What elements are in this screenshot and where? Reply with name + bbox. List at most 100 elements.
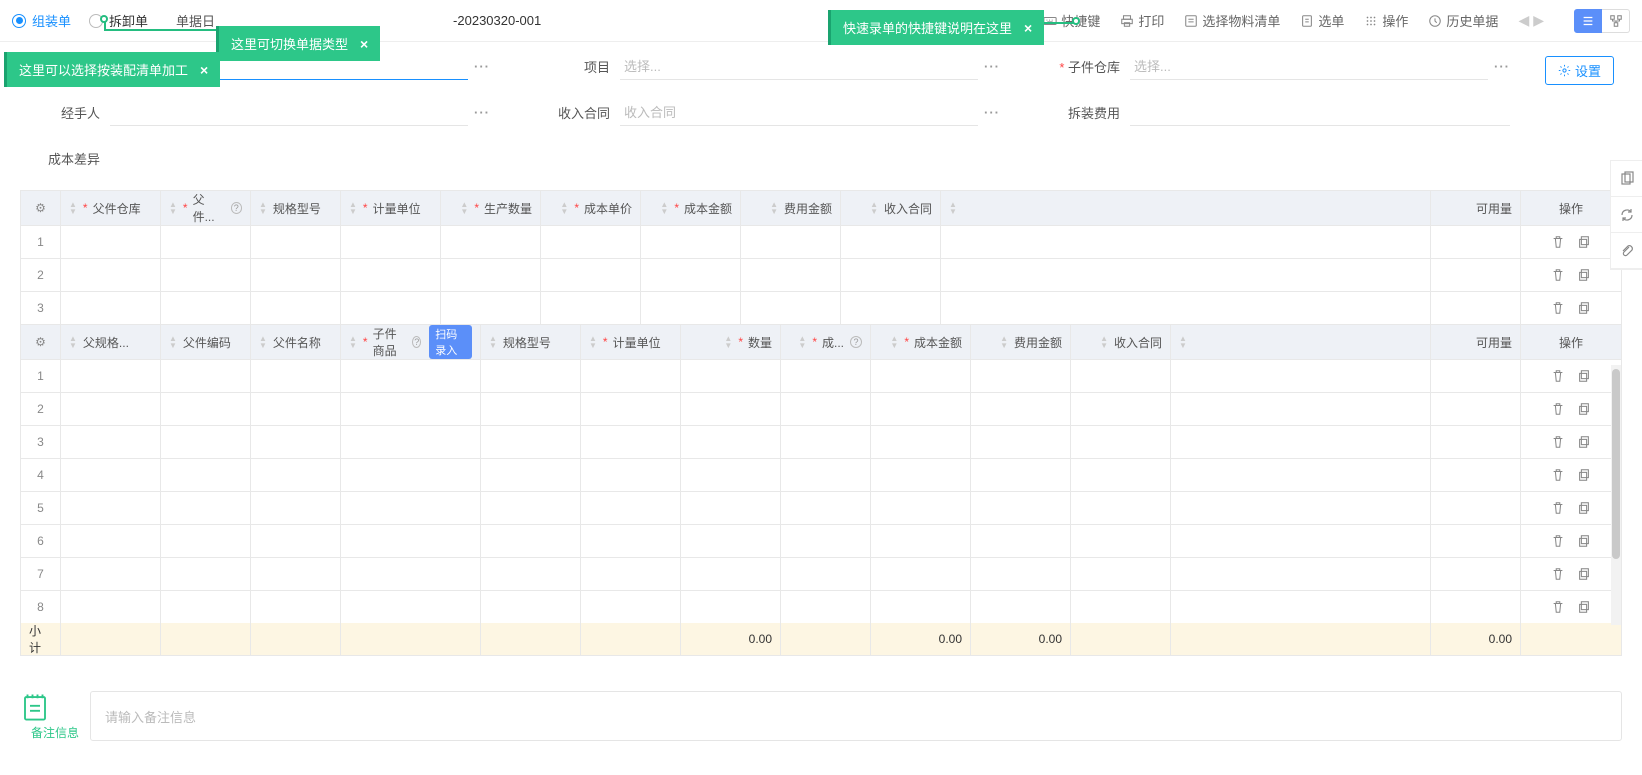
copy-row-icon[interactable] — [1577, 268, 1591, 282]
more-icon[interactable]: ··· — [474, 105, 490, 120]
delete-icon[interactable] — [1551, 435, 1565, 449]
more-icon[interactable]: ··· — [474, 59, 490, 74]
cost-input[interactable] — [1130, 98, 1510, 126]
gear-header[interactable]: ⚙ — [21, 325, 61, 359]
radio-disassemble[interactable]: 拆卸单 — [89, 11, 148, 30]
table-row[interactable]: 6 — [21, 525, 1621, 558]
col-uom2[interactable]: ▲▼*计量单位 — [581, 325, 681, 359]
vertical-scrollbar[interactable] — [1611, 365, 1621, 625]
more-icon[interactable]: ··· — [984, 59, 1000, 74]
col-cost-amt2[interactable]: ▲▼*成本金额 — [871, 325, 971, 359]
col-prod-qty[interactable]: ▲▼*生产数量 — [441, 191, 541, 225]
table-row[interactable]: 2 — [21, 259, 1621, 292]
col-parent-name[interactable]: ▲▼父件名称 — [251, 325, 341, 359]
view-tree-button[interactable] — [1602, 9, 1630, 33]
table-row[interactable]: 1 — [21, 360, 1621, 393]
keyboard-icon — [1043, 14, 1057, 28]
copy-row-icon[interactable] — [1577, 369, 1591, 383]
delete-icon[interactable] — [1551, 468, 1565, 482]
col-qty2[interactable]: ▲▼*数量 — [681, 325, 781, 359]
table-row[interactable]: 7 — [21, 558, 1621, 591]
delete-icon[interactable] — [1551, 600, 1565, 614]
delete-icon[interactable] — [1551, 369, 1565, 383]
close-icon[interactable]: × — [360, 36, 368, 52]
col-parent-code[interactable]: ▲▼父件编码 — [161, 325, 251, 359]
history-button[interactable]: 历史单据 — [1428, 11, 1498, 30]
delete-icon[interactable] — [1551, 501, 1565, 515]
handler-label: 经手人 — [30, 103, 110, 122]
col-income2[interactable]: ▲▼收入合同 — [1071, 325, 1171, 359]
help-icon[interactable]: ? — [412, 336, 421, 348]
prev-arrow-icon[interactable]: ◀ — [1518, 12, 1529, 29]
table-row[interactable]: 8 — [21, 591, 1621, 623]
col-income[interactable]: ▲▼收入合同 — [841, 191, 941, 225]
operate-button[interactable]: 操作 — [1364, 11, 1408, 30]
dock-refresh-button[interactable] — [1611, 197, 1642, 233]
table-row[interactable]: 5 — [21, 492, 1621, 525]
col-unit-cost2[interactable]: ▲▼*成...? — [781, 325, 871, 359]
project-input[interactable]: 选择... — [620, 52, 978, 80]
material-list-button[interactable]: 选择物料清单 — [1184, 11, 1280, 30]
row-actions — [1521, 492, 1621, 524]
col-unit-cost[interactable]: ▲▼*成本单价 — [541, 191, 641, 225]
close-icon[interactable]: × — [200, 62, 208, 78]
scrollbar-thumb[interactable] — [1612, 369, 1620, 559]
col-parent-spec[interactable]: ▲▼父规格... — [61, 325, 161, 359]
dock-copy-button[interactable] — [1611, 161, 1642, 197]
close-icon[interactable]: × — [1024, 20, 1032, 36]
col-uom[interactable]: ▲▼*计量单位 — [341, 191, 441, 225]
print-button[interactable]: 打印 — [1120, 11, 1164, 30]
help-icon[interactable]: ? — [850, 336, 862, 348]
delete-icon[interactable] — [1551, 268, 1565, 282]
radio-assemble[interactable]: 组装单 — [12, 11, 71, 30]
project-placeholder: 选择... — [624, 56, 661, 75]
col-spec[interactable]: ▲▼规格型号 — [251, 191, 341, 225]
delete-icon[interactable] — [1551, 235, 1565, 249]
row-number: 7 — [21, 558, 61, 590]
copy-row-icon[interactable] — [1577, 534, 1591, 548]
row-actions — [1521, 226, 1621, 258]
copy-row-icon[interactable] — [1577, 468, 1591, 482]
table-row[interactable]: 1 — [21, 226, 1621, 259]
table-row[interactable]: 3 — [21, 292, 1621, 324]
copy-row-icon[interactable] — [1577, 301, 1591, 315]
child-warehouse-input[interactable]: 选择... — [1130, 52, 1488, 80]
copy-row-icon[interactable] — [1577, 567, 1591, 581]
col-parent-item[interactable]: ▲▼*父件...? — [161, 191, 251, 225]
col-cost-amt[interactable]: ▲▼*成本金额 — [641, 191, 741, 225]
copy-row-icon[interactable] — [1577, 402, 1591, 416]
help-icon[interactable]: ? — [231, 202, 242, 214]
radio-icon — [12, 14, 26, 28]
table-row[interactable]: 2 — [21, 393, 1621, 426]
income-contract-input[interactable]: 收入合同 — [620, 98, 978, 126]
gear-header[interactable]: ⚙ — [21, 191, 61, 225]
table-row[interactable]: 3 — [21, 426, 1621, 459]
delete-icon[interactable] — [1551, 534, 1565, 548]
copy-row-icon[interactable] — [1577, 435, 1591, 449]
col-fee-amt[interactable]: ▲▼费用金额 — [741, 191, 841, 225]
next-arrow-icon[interactable]: ▶ — [1533, 12, 1544, 29]
col-available2[interactable]: 可用量 — [1431, 325, 1521, 359]
select-doc-button[interactable]: 选单 — [1300, 11, 1344, 30]
copy-row-icon[interactable] — [1577, 501, 1591, 515]
handler-input[interactable] — [110, 98, 468, 126]
more-icon[interactable]: ··· — [984, 105, 1000, 120]
scan-tag[interactable]: 扫码录入 — [429, 325, 472, 359]
table-row[interactable]: 4 — [21, 459, 1621, 492]
col-child-item[interactable]: ▲▼*子件商品?扫码录入 — [341, 325, 481, 359]
col-spec2[interactable]: ▲▼规格型号 — [481, 325, 581, 359]
delete-icon[interactable] — [1551, 567, 1565, 581]
delete-icon[interactable] — [1551, 402, 1565, 416]
col-available[interactable]: 可用量 — [1431, 191, 1521, 225]
settings-button[interactable]: 设置 — [1545, 56, 1614, 85]
col-parent-warehouse[interactable]: ▲▼*父件仓库 — [61, 191, 161, 225]
more-icon[interactable]: ··· — [1494, 59, 1510, 74]
dock-attach-button[interactable] — [1611, 233, 1642, 269]
view-list-button[interactable] — [1574, 9, 1602, 33]
col-fee-amt2[interactable]: ▲▼费用金额 — [971, 325, 1071, 359]
delete-icon[interactable] — [1551, 301, 1565, 315]
remark-input[interactable]: 请输入备注信息 — [90, 691, 1622, 741]
copy-row-icon[interactable] — [1577, 600, 1591, 614]
copy-row-icon[interactable] — [1577, 235, 1591, 249]
tip-shortcut-text: 快速录单的快捷键说明在这里 — [843, 18, 1012, 37]
